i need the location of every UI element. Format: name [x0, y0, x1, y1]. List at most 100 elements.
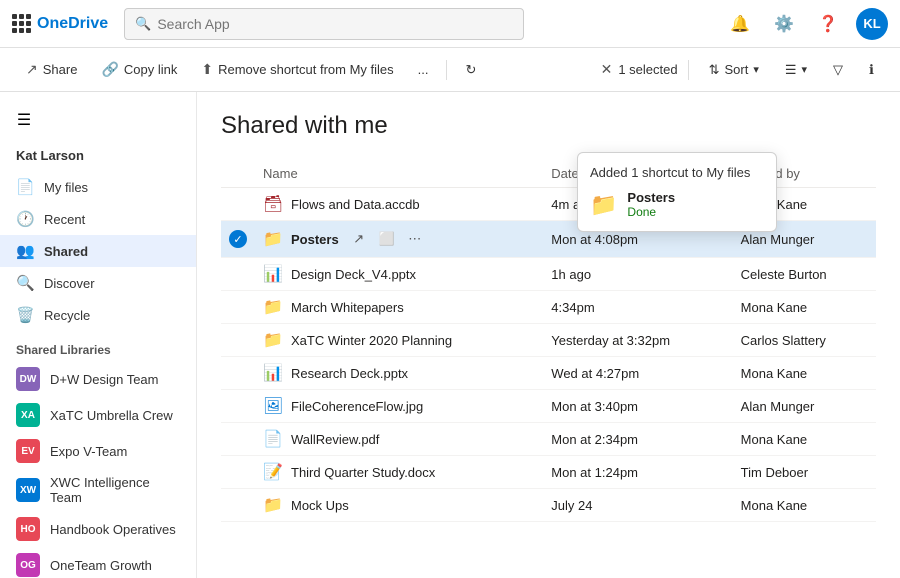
info-icon: ℹ — [869, 62, 874, 78]
page-title: Shared with me — [221, 112, 876, 140]
row-more-icon[interactable]: ⋯ — [403, 227, 427, 251]
sidebar-lib-handbook[interactable]: HO Handbook Operatives — [0, 511, 196, 547]
popup-item: 📁 Posters Done — [590, 190, 764, 219]
more-toolbar-button[interactable]: ... — [408, 58, 439, 81]
refresh-button[interactable]: ↻ — [455, 58, 486, 82]
file-name-label: Posters — [291, 232, 339, 247]
table-row[interactable]: 📄 WallReview.pdf Mon at 2:34pm Mona Kane — [221, 423, 876, 456]
col-name-header[interactable]: Name — [255, 160, 543, 188]
row-check-7[interactable] — [221, 390, 255, 423]
row-copy-icon[interactable]: ⬜ — [375, 227, 399, 251]
file-type-icon: 📝 — [263, 462, 283, 482]
lib-avatar-handbook: HO — [16, 517, 40, 541]
row-name-cell-4[interactable]: 📁 March Whitepapers — [255, 291, 543, 324]
search-bar[interactable]: 🔍 — [124, 8, 524, 40]
info-button[interactable]: ℹ — [859, 58, 884, 82]
row-check-1[interactable] — [221, 188, 255, 221]
sidebar-item-recycle[interactable]: 🗑️ Recycle — [0, 299, 196, 331]
table-row[interactable]: 📁 Mock Ups July 24 Mona Kane — [221, 489, 876, 522]
row-name-cell-3[interactable]: 📊 Design Deck_V4.pptx — [255, 258, 543, 291]
table-row[interactable]: 📁 March Whitepapers 4:34pm Mona Kane — [221, 291, 876, 324]
row-date-cell-8: Mon at 2:34pm — [543, 423, 732, 456]
recent-icon: 🕐 — [16, 210, 34, 228]
sidebar-lib-xatc[interactable]: XA XaTC Umbrella Crew — [0, 397, 196, 433]
table-row[interactable]: ✓ 📁 Posters ↗ ⬜ ⋯ Mon at 4:08pm Alan Mun… — [221, 221, 876, 258]
settings-icon[interactable]: ⚙️ — [768, 8, 800, 40]
row-name-cell-5[interactable]: 📁 XaTC Winter 2020 Planning — [255, 324, 543, 357]
filter-button[interactable]: ▽ — [823, 58, 853, 82]
col-check — [221, 160, 255, 188]
shared-libraries-title: Shared Libraries — [0, 331, 196, 361]
sort-button[interactable]: ⇅ Sort ▾ — [699, 58, 769, 82]
lib-label-oneteam: OneTeam Growth — [50, 558, 152, 573]
table-row[interactable]: 📊 Design Deck_V4.pptx 1h ago Celeste Bur… — [221, 258, 876, 291]
popup-item-status: Done — [627, 205, 675, 219]
row-sharedby-cell-7: Alan Munger — [733, 390, 876, 423]
lib-label-xatc: XaTC Umbrella Crew — [50, 408, 173, 423]
sidebar-item-label: Recent — [44, 212, 85, 227]
apps-grid-icon[interactable] — [12, 14, 31, 33]
row-name-cell-2[interactable]: 📁 Posters ↗ ⬜ ⋯ — [255, 221, 543, 258]
remove-shortcut-button[interactable]: ⬆ Remove shortcut from My files — [191, 57, 403, 82]
view-toggle-button[interactable]: ☰ ▾ — [775, 58, 817, 82]
row-check-8[interactable] — [221, 423, 255, 456]
sort-dropdown-icon: ▾ — [753, 63, 759, 76]
row-check-6[interactable] — [221, 357, 255, 390]
filter-icon: ▽ — [833, 62, 843, 78]
table-row[interactable]: 📝 Third Quarter Study.docx Mon at 1:24pm… — [221, 456, 876, 489]
row-check-5[interactable] — [221, 324, 255, 357]
sidebar-item-label: My files — [44, 180, 88, 195]
table-row[interactable]: 📁 XaTC Winter 2020 Planning Yesterday at… — [221, 324, 876, 357]
shortcut-popup: Added 1 shortcut to My files 📁 Posters D… — [577, 152, 777, 232]
table-row[interactable]: 📊 Research Deck.pptx Wed at 4:27pm Mona … — [221, 357, 876, 390]
selected-count: 1 selected — [618, 62, 677, 77]
row-actions: ↗ ⬜ ⋯ — [347, 227, 427, 251]
recycle-icon: 🗑️ — [16, 306, 34, 324]
shared-icon: 👥 — [16, 242, 34, 260]
list-view-icon: ☰ — [785, 62, 797, 78]
row-name-cell-9[interactable]: 📝 Third Quarter Study.docx — [255, 456, 543, 489]
sidebar-lib-expo[interactable]: EV Expo V-Team — [0, 433, 196, 469]
app-logo[interactable]: OneDrive — [12, 14, 108, 33]
sidebar-item-discover[interactable]: 🔍 Discover — [0, 267, 196, 299]
row-check-3[interactable] — [221, 258, 255, 291]
row-name-cell-6[interactable]: 📊 Research Deck.pptx — [255, 357, 543, 390]
shortcut-icon: ⬆ — [201, 61, 213, 78]
search-input[interactable] — [157, 16, 513, 32]
row-check-10[interactable] — [221, 489, 255, 522]
sidebar-item-my-files[interactable]: 📄 My files — [0, 171, 196, 203]
row-check-9[interactable] — [221, 456, 255, 489]
file-type-icon: 📁 — [263, 229, 283, 249]
row-name-cell-10[interactable]: 📁 Mock Ups — [255, 489, 543, 522]
row-share-icon[interactable]: ↗ — [347, 227, 371, 251]
deselect-button[interactable]: ✕ — [601, 61, 613, 78]
sidebar-item-label: Discover — [44, 276, 95, 291]
row-check-4[interactable] — [221, 291, 255, 324]
top-bar-actions: 🔔 ⚙️ ❓ KL — [724, 8, 888, 40]
table-row[interactable]: 🖼 FileCoherenceFlow.jpg Mon at 3:40pm Al… — [221, 390, 876, 423]
row-name-cell-7[interactable]: 🖼 FileCoherenceFlow.jpg — [255, 390, 543, 423]
lib-label-expo: Expo V-Team — [50, 444, 127, 459]
popup-title: Added 1 shortcut to My files — [590, 165, 764, 180]
hamburger-menu-button[interactable]: ☰ — [8, 104, 40, 136]
sidebar-item-shared[interactable]: 👥 Shared — [0, 235, 196, 267]
lib-avatar-xwc: XW — [16, 478, 40, 502]
row-sharedby-cell-4: Mona Kane — [733, 291, 876, 324]
sidebar-lib-xwc[interactable]: XW XWC Intelligence Team — [0, 469, 196, 511]
row-check-2[interactable]: ✓ — [221, 221, 255, 258]
row-sharedby-cell-6: Mona Kane — [733, 357, 876, 390]
sidebar-item-recent[interactable]: 🕐 Recent — [0, 203, 196, 235]
copy-link-button[interactable]: 🔗 Copy link — [91, 57, 187, 82]
row-sharedby-cell-9: Tim Deboer — [733, 456, 876, 489]
share-button[interactable]: ↗ Share — [16, 57, 87, 82]
avatar[interactable]: KL — [856, 8, 888, 40]
sidebar-lib-dw[interactable]: DW D+W Design Team — [0, 361, 196, 397]
row-name-cell-1[interactable]: 🗃 Flows and Data.accdb — [255, 188, 543, 221]
help-icon[interactable]: ❓ — [812, 8, 844, 40]
notifications-icon[interactable]: 🔔 — [724, 8, 756, 40]
sidebar-lib-oneteam[interactable]: OG OneTeam Growth — [0, 547, 196, 578]
row-name-cell-8[interactable]: 📄 WallReview.pdf — [255, 423, 543, 456]
file-name-label: Flows and Data.accdb — [291, 197, 420, 212]
table-row[interactable]: 🗃 Flows and Data.accdb 4m ago Mona Kane — [221, 188, 876, 221]
file-name-label: FileCoherenceFlow.jpg — [291, 399, 423, 414]
